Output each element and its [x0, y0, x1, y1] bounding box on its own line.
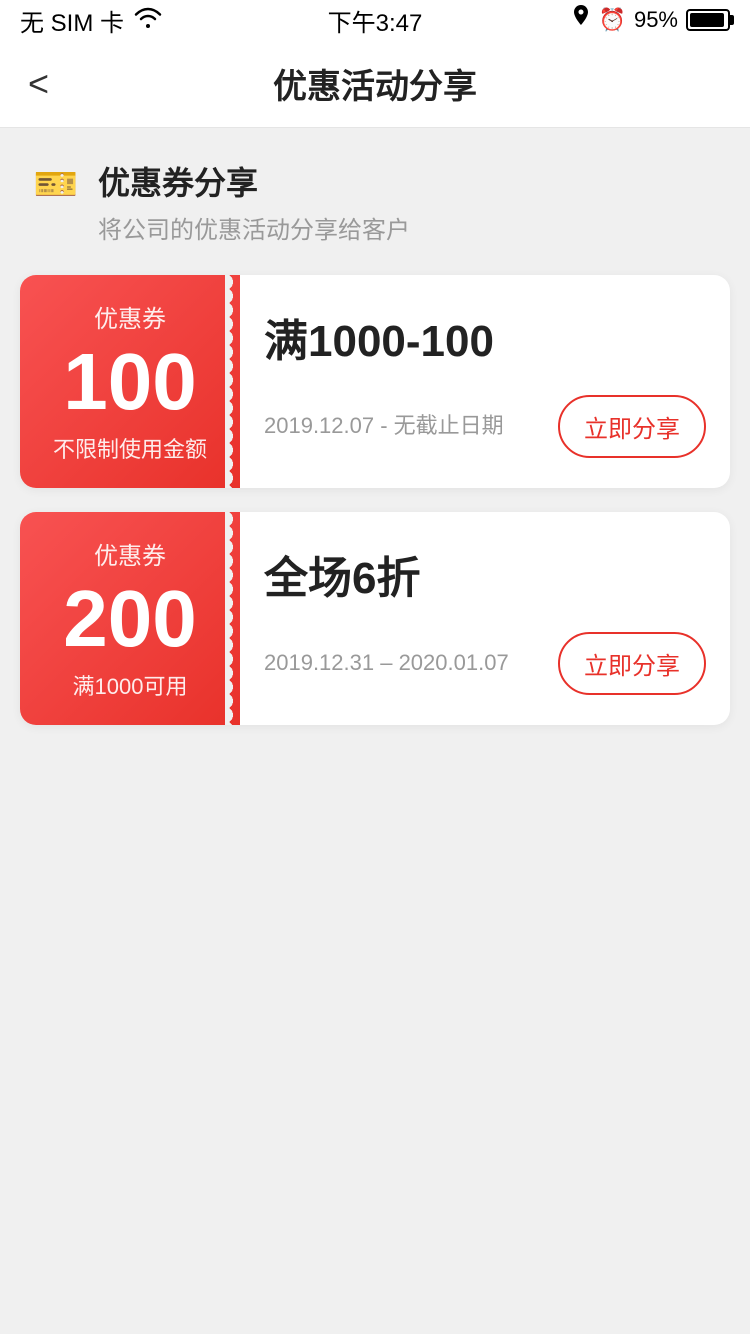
status-bar: 无 SIM 卡 下午3:47 ⏰ 95% — [0, 0, 750, 40]
coupon-right-0: 满1000-100 2019.12.07 - 无截止日期 立即分享 — [240, 275, 730, 488]
coupon-list: 优惠券 100 不限制使用金额 满1000-100 2019.12.07 - 无… — [0, 265, 750, 725]
battery-percent: 95% — [634, 7, 678, 33]
coupon-date-0: 2019.12.07 - 无截止日期 — [264, 411, 548, 442]
nav-bar: < 优惠活动分享 — [0, 40, 750, 128]
location-icon — [571, 5, 591, 35]
page-title: 优惠活动分享 — [273, 59, 477, 108]
coupon-name-1: 全场6折 — [264, 542, 706, 606]
coupon-left-0: 优惠券 100 不限制使用金额 — [20, 275, 240, 488]
coupon-card-1: 优惠券 200 满1000可用 全场6折 2019.12.31 – 2020.0… — [20, 512, 730, 725]
status-time: 下午3:47 — [328, 3, 423, 38]
coupon-name-0: 满1000-100 — [264, 305, 706, 369]
section-text: 优惠券分享 将公司的优惠活动分享给客户 — [98, 158, 410, 245]
network-label: 无 SIM 卡 — [20, 3, 124, 38]
wifi-icon — [134, 6, 162, 35]
coupon-value-0: 100 — [63, 342, 196, 422]
coupon-right-1: 全场6折 2019.12.31 – 2020.01.07 立即分享 — [240, 512, 730, 725]
share-button-1[interactable]: 立即分享 — [558, 632, 706, 695]
status-right: ⏰ 95% — [571, 5, 730, 35]
section-title: 优惠券分享 — [98, 158, 410, 204]
coupon-condition-1: 满1000可用 — [73, 669, 188, 701]
coupon-value-1: 200 — [63, 579, 196, 659]
status-left: 无 SIM 卡 — [20, 3, 162, 38]
alarm-icon: ⏰ — [599, 7, 626, 33]
battery-icon — [686, 9, 730, 31]
coupon-card-0: 优惠券 100 不限制使用金额 满1000-100 2019.12.07 - 无… — [20, 275, 730, 488]
coupon-meta-1: 2019.12.31 – 2020.01.07 立即分享 — [264, 632, 706, 695]
section-header: 🎫 优惠券分享 将公司的优惠活动分享给客户 — [0, 128, 750, 265]
share-button-0[interactable]: 立即分享 — [558, 395, 706, 458]
back-button[interactable]: < — [28, 63, 49, 105]
bottom-area — [0, 749, 750, 1269]
coupon-condition-0: 不限制使用金额 — [53, 432, 207, 464]
coupon-type-1: 优惠券 — [94, 536, 166, 571]
coupon-date-1: 2019.12.31 – 2020.01.07 — [264, 648, 548, 679]
coupon-left-1: 优惠券 200 满1000可用 — [20, 512, 240, 725]
coupon-meta-0: 2019.12.07 - 无截止日期 立即分享 — [264, 395, 706, 458]
coupon-type-0: 优惠券 — [94, 299, 166, 334]
section-subtitle: 将公司的优惠活动分享给客户 — [98, 210, 410, 245]
coupon-share-icon: 🎫 — [30, 158, 82, 210]
